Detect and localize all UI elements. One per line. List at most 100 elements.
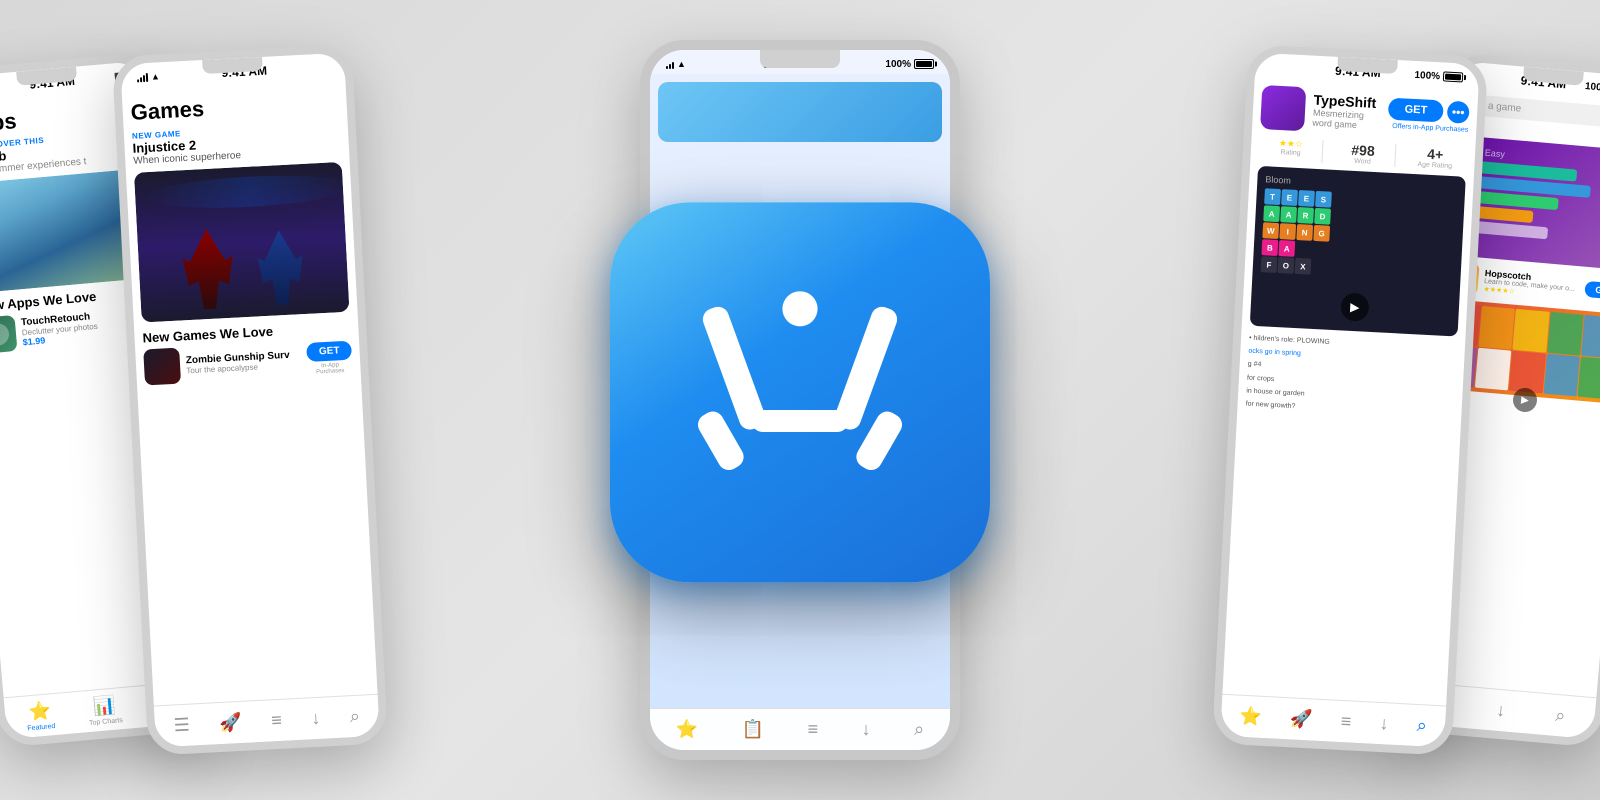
status-bar-3: ▲ 9:41 AM 100% [650, 50, 950, 74]
tab-5c[interactable]: ⌕ [1554, 705, 1566, 727]
battery-bar-3 [914, 59, 934, 69]
scene: ▲ 9:41 AM ▓▓ Apps REDISCOVER THIS Airbnb… [0, 0, 1600, 800]
tile-8 [1509, 350, 1546, 393]
tab-featured-icon-2: ☰ [173, 715, 190, 737]
rating-rank-box: #98 Word [1331, 141, 1396, 167]
tab-games-icon-2: 🚀 [219, 712, 242, 734]
wc-f: F [1261, 256, 1278, 273]
games-screen: Games NEW GAME Injustice 2 When iconic s… [122, 77, 362, 398]
zombie-row: Zombie Gunship Surv Tour the apocalypse … [143, 339, 353, 386]
tile-3 [1513, 309, 1550, 352]
injustice-hero-image [134, 162, 350, 323]
tab-4d[interactable]: ↓ [1379, 713, 1389, 734]
tab-active-3[interactable]: 📋 [742, 719, 764, 740]
batman-scene [134, 162, 350, 323]
appstore-svg [690, 282, 910, 502]
typeshift-action-block: GET ••• Offers in-App Purchases [1388, 98, 1470, 134]
time-1: 9:41 AM [29, 74, 76, 92]
wc-d: D [1314, 208, 1331, 225]
battery-fill-4 [1445, 74, 1461, 81]
wc-e2: E [1298, 190, 1315, 207]
hopscotch-get-button[interactable]: GET [1585, 281, 1600, 300]
wc-s: S [1315, 191, 1332, 208]
battery-fill-3 [916, 61, 932, 67]
tile-5 [1581, 315, 1600, 358]
battery-pct-5: 100% [1585, 81, 1600, 94]
wc-i: I [1279, 223, 1296, 240]
tab-3d-icon: ↓ [862, 719, 871, 740]
rating-age-box: 4+ Age Rating [1403, 144, 1467, 170]
superman-figure [256, 229, 305, 306]
typeshift-name-block: TypeShift Mesmerizing word game [1312, 92, 1381, 131]
tab-icon-4c: ≡ [1340, 711, 1352, 733]
wc-x: X [1295, 258, 1312, 275]
tab-search-icon-2: ⌕ [349, 706, 360, 727]
tile-9 [1543, 353, 1580, 396]
typeshift-get-button[interactable]: GET [1388, 98, 1444, 123]
tab-3d[interactable]: ↓ [862, 719, 871, 740]
tab-featured[interactable]: ⭐ Featured [25, 700, 56, 732]
tile-7 [1475, 347, 1512, 390]
tab-search-2[interactable]: ⌕ [349, 706, 360, 727]
wc-e: E [1281, 189, 1298, 206]
wc-t: T [1264, 188, 1281, 205]
center-banner [658, 82, 942, 142]
glow-effect [144, 171, 349, 212]
tab-games-2[interactable]: 🚀 [219, 712, 242, 734]
phone-right-screen: 9:41 AM 100% TypeShift Mesmerizing word … [1220, 53, 1479, 748]
tab-featured-4[interactable]: ⭐ [1239, 706, 1262, 728]
appstore-logo [690, 282, 910, 502]
wc-o: O [1278, 257, 1295, 274]
tab-3e[interactable]: ⌕ [914, 719, 924, 740]
tab-search-4[interactable]: ⌕ [1416, 715, 1427, 736]
zombie-in-app-label: In-AppPurchases [316, 362, 345, 375]
tab-4b[interactable]: 🚀 [1290, 708, 1313, 730]
tab-4c[interactable]: ≡ [1340, 711, 1352, 733]
wc-a3: A [1278, 240, 1295, 257]
typeshift-more-button[interactable]: ••• [1447, 101, 1470, 124]
phone-left: ▲ 9:41 AM Games NEW GAME Injustice 2 Whe… [112, 44, 388, 756]
tab-featured-icon-3: ⭐ [676, 719, 698, 740]
wc-b: B [1261, 239, 1278, 256]
wc-n: N [1296, 224, 1313, 241]
search-text-5: a game [1487, 101, 1521, 115]
tab-top-charts[interactable]: 📊 Top Charts [87, 694, 123, 727]
battery-container-3: 100% [885, 59, 934, 70]
wc-r: R [1297, 207, 1314, 224]
touchretouch-icon [0, 315, 17, 354]
zombie-get-container: GET In-AppPurchases [307, 340, 353, 375]
center-content [650, 74, 950, 158]
tab-5b[interactable]: ↓ [1495, 700, 1506, 722]
batman-figure [181, 228, 235, 311]
tab-featured-2[interactable]: ☰ [173, 715, 190, 737]
tab-bar-2: ☰ 🚀 ≡ ↓ ⌕ [154, 694, 380, 748]
rating-stars-box: ★★☆ Rating [1258, 137, 1323, 163]
tab-explore-icon-2: ≡ [271, 710, 283, 732]
time-2: 9:41 AM [221, 64, 267, 80]
word-game-preview: Bloom T E E S A A R D W I [1250, 166, 1466, 337]
tab-3c[interactable]: ≡ [808, 719, 819, 740]
touchretouch-icon-inner [0, 323, 10, 347]
tab-featured-3[interactable]: ⭐ [676, 719, 698, 740]
tab-download-2[interactable]: ↓ [311, 708, 321, 729]
zombie-get-button[interactable]: GET [307, 340, 352, 361]
wifi-icon-2: ▲ [151, 71, 160, 81]
time-3: 9:41 AM [763, 57, 809, 71]
typeshift-header-row: TypeShift Mesmerizing word game GET ••• … [1260, 85, 1470, 140]
wc-w: W [1262, 222, 1279, 239]
typeshift-offers-label: Offers in-App Purchases [1392, 123, 1468, 134]
battery-container-5: 100% [1585, 81, 1600, 96]
battery-bar-4 [1443, 71, 1463, 82]
tab-bar-3: ⭐ 📋 ≡ ↓ ⌕ [650, 708, 950, 750]
tab-explore-2[interactable]: ≡ [271, 710, 283, 732]
typeshift-ratings: ★★☆ Rating #98 Word 4+ Age Rating [1258, 137, 1467, 171]
wc-a: A [1263, 205, 1280, 222]
tab-top-charts-label: Top Charts [89, 717, 123, 727]
phone-right: 9:41 AM 100% TypeShift Mesmerizing word … [1212, 44, 1488, 756]
tile-10 [1577, 356, 1600, 399]
tab-3c-icon: ≡ [808, 719, 819, 740]
battery-pct-3: 100% [885, 59, 911, 70]
phone-left-screen: ▲ 9:41 AM Games NEW GAME Injustice 2 Whe… [120, 53, 379, 748]
tab-icon-4a: ⭐ [1239, 706, 1262, 728]
play-overlay[interactable]: ▶ [1340, 292, 1369, 321]
